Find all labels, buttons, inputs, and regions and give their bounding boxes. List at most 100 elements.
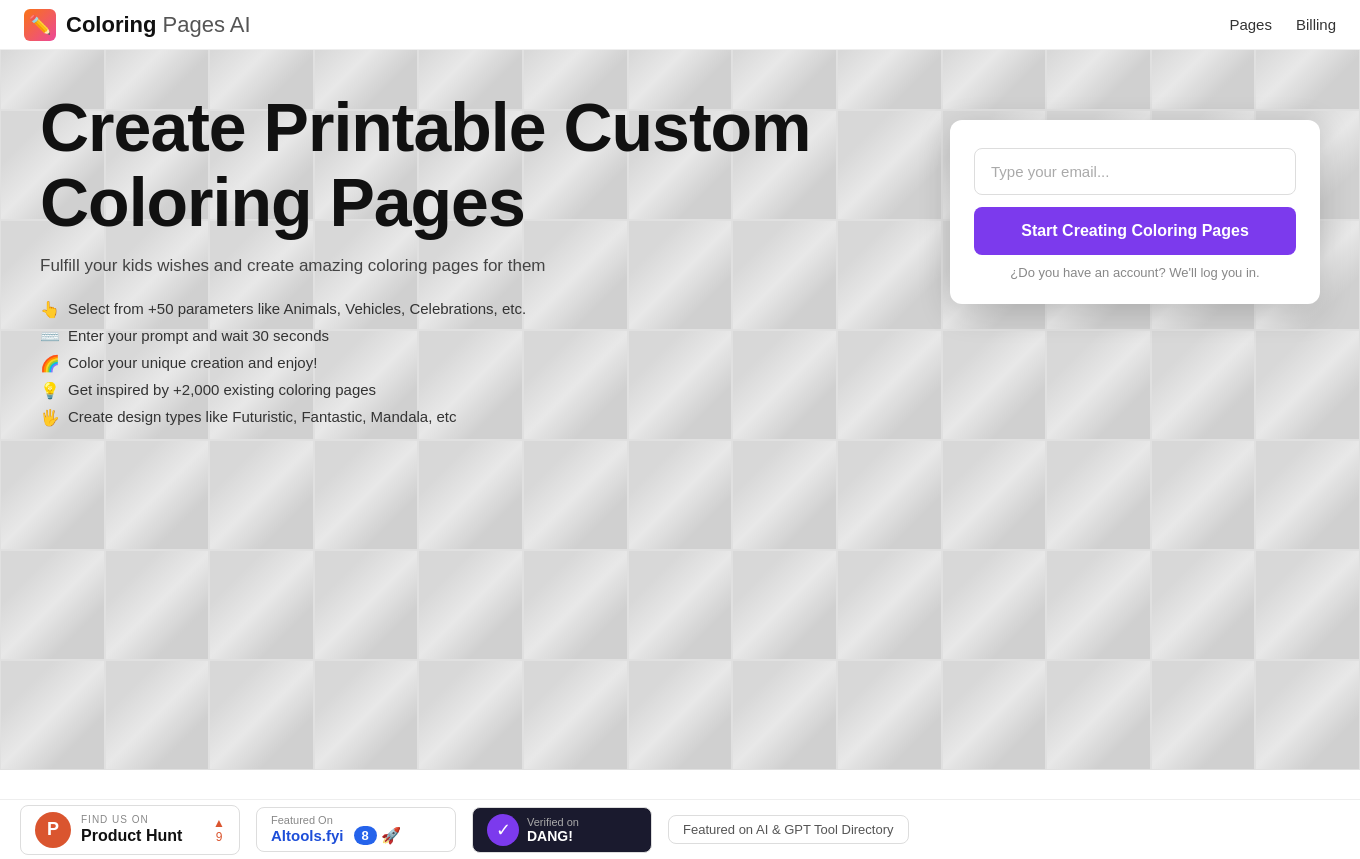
signup-form-card: Start Creating Coloring Pages ¿Do you ha… — [950, 120, 1320, 304]
grid-cell — [0, 550, 105, 660]
grid-cell — [209, 660, 314, 770]
svg-point-61 — [374, 593, 399, 618]
feature-item: 🖐️ Create design types like Futuristic, F… — [40, 408, 860, 427]
svg-point-74 — [651, 717, 667, 733]
svg-point-56 — [1272, 459, 1344, 531]
main-content: Create Printable Custom Coloring Pages F… — [0, 0, 1360, 859]
grid-cell — [523, 660, 628, 770]
feature-text: Enter your prompt and wait 30 seconds — [68, 327, 329, 344]
grid-cell — [1046, 330, 1151, 440]
hero-title: Create Printable Custom Coloring Pages — [40, 90, 860, 240]
grid-cell — [628, 660, 733, 770]
svg-point-69 — [136, 684, 177, 725]
logo-icon: ✏️ — [24, 9, 56, 41]
form-hint: ¿Do you have an account? We'll log you i… — [974, 265, 1296, 280]
aitools-featured-label: Featured On Altools.fyi 8 🚀 — [271, 814, 401, 845]
svg-point-65 — [874, 605, 905, 636]
grid-cell — [1151, 440, 1256, 550]
feature-item: 💡 Get inspired by +2,000 existing colorin… — [40, 381, 860, 400]
svg-point-71 — [241, 694, 282, 735]
svg-point-54 — [897, 483, 922, 508]
svg-point-76 — [973, 684, 1014, 725]
grid-cell — [942, 330, 1047, 440]
feature-emoji: 💡 — [40, 381, 60, 400]
ph-text: FIND US ON Product Hunt — [81, 814, 182, 845]
grid-cell — [105, 660, 210, 770]
svg-point-79 — [1188, 715, 1219, 746]
grid-cell — [1151, 330, 1256, 440]
grid-cell — [1046, 660, 1151, 770]
grid-cell — [1255, 660, 1360, 770]
svg-point-62 — [659, 574, 700, 615]
feature-emoji: 🌈 — [40, 354, 60, 373]
aitools-badge[interactable]: Featured On Altools.fyi 8 🚀 — [256, 807, 456, 852]
cta-button[interactable]: Start Creating Coloring Pages — [974, 207, 1296, 255]
logo-text: Coloring Pages AI — [66, 12, 251, 38]
grid-cell — [314, 660, 419, 770]
email-input[interactable] — [974, 148, 1296, 195]
svg-point-68 — [1211, 593, 1236, 618]
grid-cell — [1151, 660, 1256, 770]
grid-cell — [0, 660, 105, 770]
footer-bar: P FIND US ON Product Hunt ▲ 9 Featured O… — [0, 799, 1360, 859]
svg-point-72 — [351, 715, 382, 746]
grid-cell — [1255, 330, 1360, 440]
feature-item: 🌈 Color your unique creation and enjoy! — [40, 354, 860, 373]
feature-text: Color your unique creation and enjoy! — [68, 354, 317, 371]
dang-logo-icon: ✓ — [487, 814, 519, 846]
svg-point-46 — [24, 497, 40, 513]
grid-cell — [732, 660, 837, 770]
header: ✏️ Coloring Pages AI Pages Billing — [0, 0, 1360, 50]
ph-logo-icon: P — [35, 812, 71, 848]
feature-emoji: ⌨️ — [40, 327, 60, 346]
feature-text: Create design types like Futuristic, Fan… — [68, 408, 457, 425]
dang-badge[interactable]: ✓ Verified on DANG! — [472, 807, 652, 853]
nav-pages[interactable]: Pages — [1229, 16, 1272, 33]
svg-rect-66 — [958, 569, 1030, 641]
svg-point-53 — [860, 497, 876, 513]
svg-rect-73 — [435, 679, 507, 751]
svg-point-57 — [1287, 474, 1328, 515]
hero-subtitle: Fulfill your kids wishes and create amaz… — [40, 256, 860, 276]
grid-cell — [1255, 440, 1360, 550]
svg-point-64 — [764, 584, 805, 625]
grid-cell — [1046, 550, 1151, 660]
svg-point-58 — [37, 605, 68, 636]
svg-point-55 — [1183, 464, 1224, 505]
grid-cell — [418, 550, 523, 660]
grid-cell — [314, 550, 419, 660]
svg-point-67 — [1174, 607, 1190, 623]
grid-cell — [942, 440, 1047, 550]
svg-point-51 — [560, 495, 591, 526]
grid-cell — [942, 550, 1047, 660]
grid-cell — [523, 550, 628, 660]
logo[interactable]: ✏️ Coloring Pages AI — [24, 9, 251, 41]
svg-point-77 — [1063, 679, 1135, 751]
hero-features: 👆Select from +50 parameters like Animals… — [40, 300, 860, 427]
rocket-icon: 🚀 — [381, 826, 401, 845]
svg-point-42 — [958, 349, 1030, 421]
feature-emoji: 🖐️ — [40, 408, 60, 427]
svg-point-9 — [978, 55, 1009, 86]
svg-point-63 — [749, 569, 821, 641]
svg-point-43 — [973, 364, 1014, 405]
feature-item: ⌨️ Enter your prompt and wait 30 seconds — [40, 327, 860, 346]
main-nav: Pages Billing — [1229, 16, 1336, 33]
grid-cell — [209, 550, 314, 660]
feature-text: Get inspired by +2,000 existing coloring… — [68, 381, 376, 398]
product-hunt-badge[interactable]: P FIND US ON Product Hunt ▲ 9 — [20, 805, 240, 855]
svg-point-44 — [1083, 385, 1114, 416]
svg-rect-59 — [121, 569, 193, 641]
grid-cell — [418, 660, 523, 770]
grid-cell — [1255, 550, 1360, 660]
svg-point-50 — [450, 474, 491, 515]
svg-point-11 — [1279, 57, 1295, 73]
feature-text: Select from +50 parameters like Animals,… — [68, 300, 526, 317]
ai-gpt-badge[interactable]: Featured on AI & GPT Tool Directory — [668, 815, 909, 844]
svg-point-47 — [61, 483, 86, 508]
grid-cell — [837, 660, 942, 770]
nav-billing[interactable]: Billing — [1296, 16, 1336, 33]
hero-section: Create Printable Custom Coloring Pages F… — [0, 50, 900, 475]
svg-point-60 — [337, 607, 353, 623]
dang-text-block: Verified on DANG! — [527, 816, 579, 844]
